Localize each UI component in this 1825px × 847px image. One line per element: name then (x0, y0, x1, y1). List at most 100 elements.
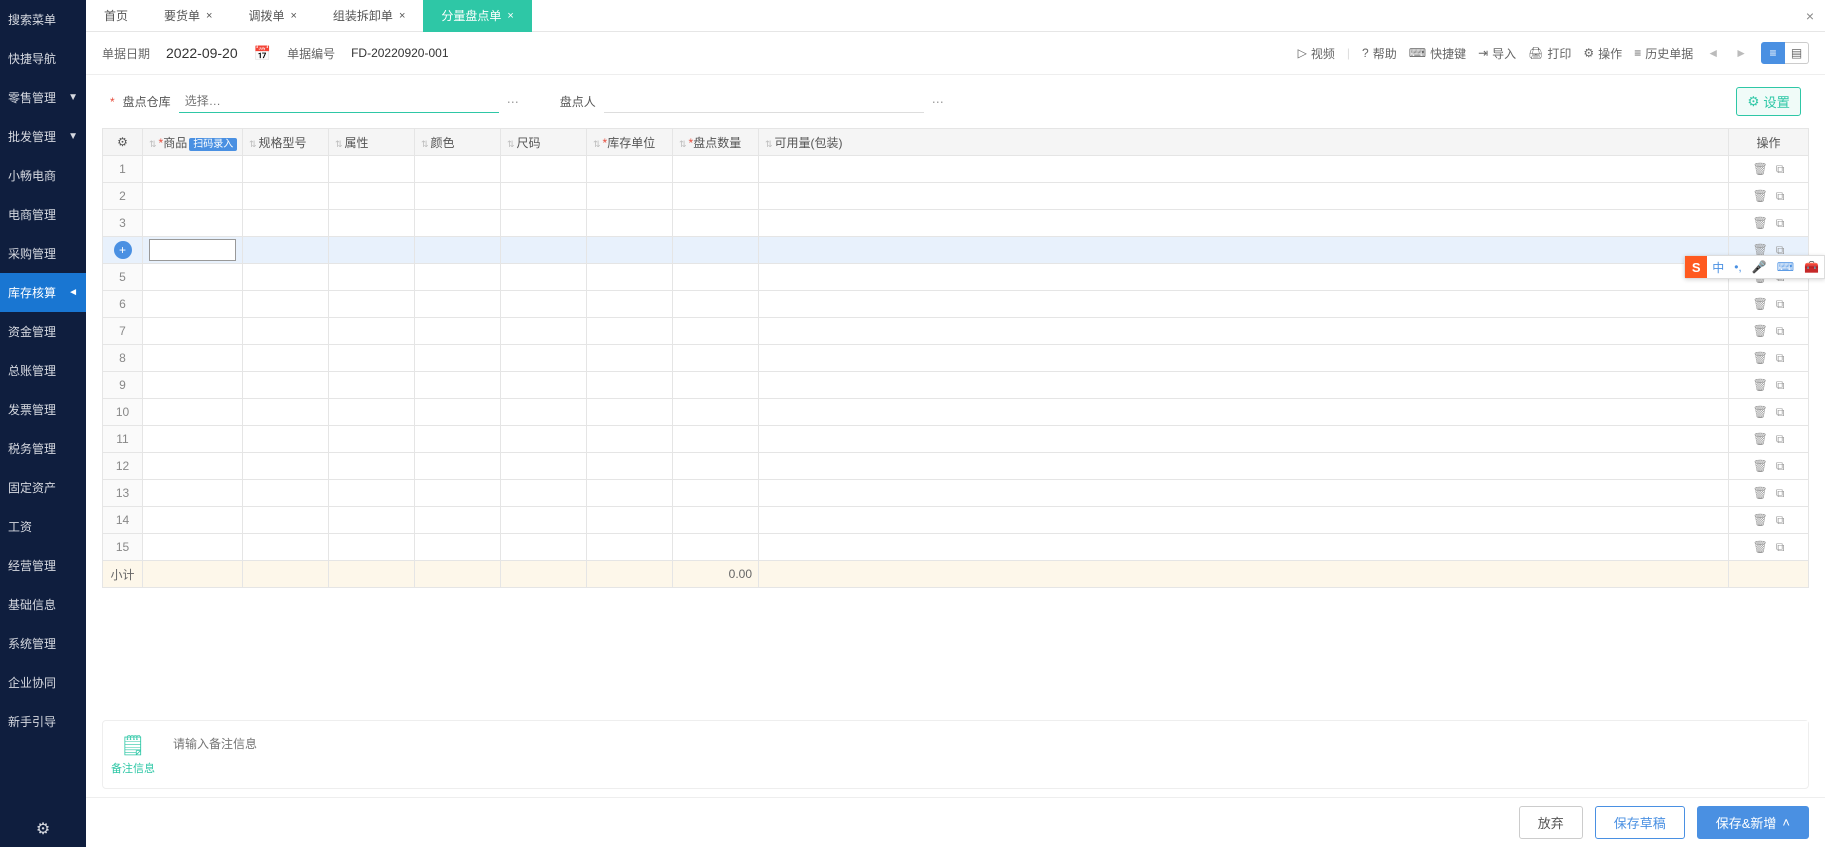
copy-row-icon[interactable]: ⧉ (1776, 513, 1785, 527)
ime-keyboard-icon[interactable]: ⌨ (1772, 260, 1799, 274)
tab-3[interactable]: 组装拆卸单× (315, 0, 423, 32)
copy-row-icon[interactable]: ⧉ (1776, 162, 1785, 176)
person-more-icon[interactable]: ⋯ (932, 95, 945, 109)
date-value[interactable]: 2022-09-20 (166, 45, 238, 61)
col-product[interactable]: ⇅*商品扫码录入 (143, 129, 243, 156)
table-row[interactable]: 5🗑⧉ (103, 264, 1809, 291)
delete-row-icon[interactable]: 🗑 (1753, 459, 1768, 473)
delete-row-icon[interactable]: 🗑 (1753, 513, 1768, 527)
settings-button[interactable]: ⚙ 设置 (1736, 87, 1801, 116)
delete-row-icon[interactable]: 🗑 (1753, 162, 1768, 176)
close-all-tabs[interactable]: × (1795, 8, 1825, 24)
table-row[interactable]: 15🗑⧉ (103, 534, 1809, 561)
ime-toolbox-icon[interactable]: 🧰 (1799, 260, 1824, 274)
col-qty[interactable]: ⇅*盘点数量 (673, 129, 759, 156)
copy-row-icon[interactable]: ⧉ (1776, 405, 1785, 419)
table-row[interactable]: +🗑⧉ (103, 237, 1809, 264)
table-row[interactable]: 10🗑⧉ (103, 399, 1809, 426)
ime-lang[interactable]: 中 (1707, 259, 1729, 276)
sidebar-item-6[interactable]: 采购管理 (0, 234, 86, 273)
next-doc-icon[interactable]: ► (1733, 46, 1749, 60)
calendar-icon[interactable]: 📅 (254, 45, 271, 62)
sidebar-item-9[interactable]: 总账管理 (0, 351, 86, 390)
sidebar-item-3[interactable]: 批发管理▼ (0, 117, 86, 156)
copy-row-icon[interactable]: ⧉ (1776, 432, 1785, 446)
col-color[interactable]: ⇅颜色 (415, 129, 501, 156)
view-list-icon[interactable]: ≡ (1761, 42, 1785, 64)
sidebar-item-7[interactable]: 库存核算◄ (0, 273, 86, 312)
view-grid-icon[interactable]: ▤ (1785, 42, 1809, 64)
sidebar-item-13[interactable]: 工资 (0, 507, 86, 546)
sidebar-item-12[interactable]: 固定资产 (0, 468, 86, 507)
delete-row-icon[interactable]: 🗑 (1753, 351, 1768, 365)
warehouse-input[interactable] (179, 90, 499, 113)
copy-row-icon[interactable]: ⧉ (1776, 540, 1785, 554)
sidebar-item-16[interactable]: 系统管理 (0, 624, 86, 663)
operate-button[interactable]: ⚙ 操作 (1583, 45, 1622, 62)
history-button[interactable]: ≡ 历史单据 (1634, 45, 1693, 62)
copy-row-icon[interactable]: ⧉ (1776, 216, 1785, 230)
col-size[interactable]: ⇅尺码 (501, 129, 587, 156)
copy-row-icon[interactable]: ⧉ (1776, 486, 1785, 500)
discard-button[interactable]: 放弃 (1519, 806, 1583, 839)
delete-row-icon[interactable]: 🗑 (1753, 189, 1768, 203)
tab-0[interactable]: 首页 (86, 0, 146, 32)
table-row[interactable]: 7🗑⧉ (103, 318, 1809, 345)
sidebar-item-18[interactable]: 新手引导 (0, 702, 86, 741)
table-row[interactable]: 13🗑⧉ (103, 480, 1809, 507)
remarks-input[interactable] (163, 721, 1808, 771)
table-row[interactable]: 6🗑⧉ (103, 291, 1809, 318)
sidebar-item-1[interactable]: 快捷导航 (0, 39, 86, 78)
sidebar-item-0[interactable]: 搜索菜单 (0, 0, 86, 39)
table-row[interactable]: 14🗑⧉ (103, 507, 1809, 534)
sidebar-item-14[interactable]: 经营管理 (0, 546, 86, 585)
sidebar-item-17[interactable]: 企业协同 (0, 663, 86, 702)
tab-2[interactable]: 调拨单× (230, 0, 314, 32)
col-attr[interactable]: ⇅属性 (329, 129, 415, 156)
sidebar-item-15[interactable]: 基础信息 (0, 585, 86, 624)
sidebar-item-4[interactable]: 小畅电商 (0, 156, 86, 195)
close-icon[interactable]: × (507, 0, 513, 32)
delete-row-icon[interactable]: 🗑 (1753, 405, 1768, 419)
print-button[interactable]: 🖨 打印 (1528, 45, 1571, 62)
delete-row-icon[interactable]: 🗑 (1753, 216, 1768, 230)
copy-row-icon[interactable]: ⧉ (1776, 189, 1785, 203)
sidebar-item-2[interactable]: 零售管理▼ (0, 78, 86, 117)
copy-row-icon[interactable]: ⧉ (1776, 459, 1785, 473)
import-button[interactable]: ⇥ 导入 (1478, 45, 1516, 62)
ime-punct-icon[interactable]: •, (1729, 260, 1747, 274)
product-cell-input[interactable] (149, 239, 236, 261)
tab-4[interactable]: 分量盘点单× (423, 0, 531, 32)
copy-row-icon[interactable]: ⧉ (1776, 351, 1785, 365)
column-config-icon[interactable]: ⚙ (103, 129, 143, 156)
col-unit[interactable]: ⇅*库存单位 (587, 129, 673, 156)
shortcut-button[interactable]: ⌨ 快捷键 (1409, 45, 1466, 62)
table-row[interactable]: 3🗑⧉ (103, 210, 1809, 237)
table-row[interactable]: 11🗑⧉ (103, 426, 1809, 453)
save-new-button[interactable]: 保存&新增 ˄ (1697, 806, 1809, 839)
close-icon[interactable]: × (399, 0, 405, 32)
delete-row-icon[interactable]: 🗑 (1753, 432, 1768, 446)
table-row[interactable]: 9🗑⧉ (103, 372, 1809, 399)
warehouse-more-icon[interactable]: ⋯ (507, 95, 520, 109)
delete-row-icon[interactable]: 🗑 (1753, 297, 1768, 311)
video-button[interactable]: ▷ 视频 (1298, 45, 1335, 62)
delete-row-icon[interactable]: 🗑 (1753, 378, 1768, 392)
ime-mic-icon[interactable]: 🎤 (1747, 260, 1772, 274)
close-icon[interactable]: × (206, 0, 212, 32)
sidebar-item-11[interactable]: 税务管理 (0, 429, 86, 468)
sidebar-item-10[interactable]: 发票管理 (0, 390, 86, 429)
col-spec[interactable]: ⇅规格型号 (243, 129, 329, 156)
add-row-icon[interactable]: + (114, 241, 132, 259)
table-row[interactable]: 8🗑⧉ (103, 345, 1809, 372)
delete-row-icon[interactable]: 🗑 (1753, 324, 1768, 338)
help-button[interactable]: ? 帮助 (1362, 45, 1397, 62)
sidebar-item-5[interactable]: 电商管理 (0, 195, 86, 234)
delete-row-icon[interactable]: 🗑 (1753, 540, 1768, 554)
col-avail[interactable]: ⇅可用量(包装) (759, 129, 1729, 156)
ime-toolbar[interactable]: S 中 •, 🎤 ⌨ 🧰 (1684, 255, 1825, 279)
tab-1[interactable]: 要货单× (146, 0, 230, 32)
table-row[interactable]: 1🗑⧉ (103, 156, 1809, 183)
copy-row-icon[interactable]: ⧉ (1776, 297, 1785, 311)
prev-doc-icon[interactable]: ◄ (1705, 46, 1721, 60)
